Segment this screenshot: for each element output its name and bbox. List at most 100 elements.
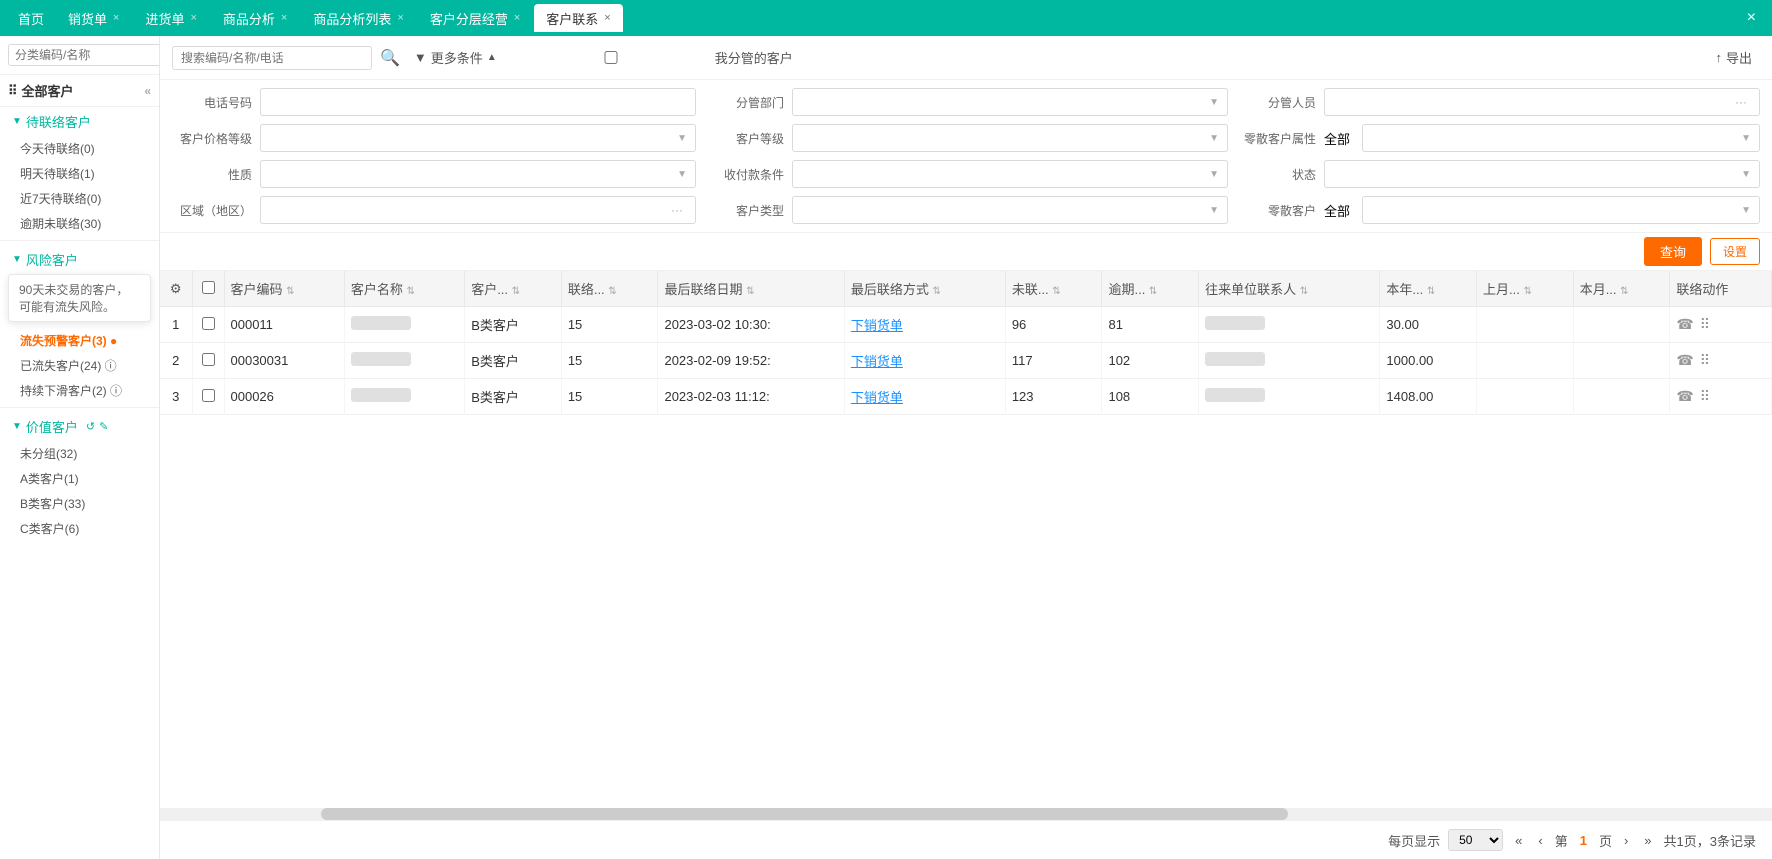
sidebar-group-risk[interactable]: ▼ 风险客户 [0, 245, 159, 274]
tab-product-analysis[interactable]: 商品分析 × [211, 4, 299, 32]
sidebar-item-class-c[interactable]: C类客户(6) [0, 516, 159, 541]
settings-button[interactable]: 设置 [1710, 238, 1760, 265]
prev-page-btn[interactable]: ‹ [1534, 831, 1546, 850]
customer-type-select[interactable]: ▼ [792, 196, 1228, 224]
row-checkbox[interactable] [202, 317, 215, 330]
person-select[interactable]: ··· [1324, 88, 1760, 116]
row-checkbox[interactable] [202, 389, 215, 402]
sidebar-all-customers-header[interactable]: ⠿ 全部客户 « [0, 75, 159, 107]
tab-customer-tier[interactable]: 客户分层经营 × [418, 4, 532, 32]
close-customer-tier-icon[interactable]: × [514, 12, 520, 24]
sidebar-group-value[interactable]: ▼ 价值客户 ↺ ✎ [0, 412, 159, 441]
refresh-icon[interactable]: ↺ [86, 420, 95, 433]
risk-tooltip: 90天未交易的客户，可能有流失风险。 [8, 274, 151, 322]
query-button[interactable]: 查询 [1644, 237, 1702, 266]
search-input[interactable] [172, 46, 372, 70]
sidebar-collapse-icon[interactable]: « [144, 84, 151, 98]
sort-un-icon[interactable]: ⇅ [1052, 286, 1060, 297]
sidebar-search-input[interactable] [8, 44, 160, 66]
more-conditions-btn[interactable]: ▼ 更多条件 ▲ [408, 44, 503, 71]
row-contact-method-link[interactable]: 下销货单 [851, 354, 903, 369]
sort-code-icon[interactable]: ⇅ [286, 286, 294, 297]
tab-customer-contact[interactable]: 客户联系 × [534, 4, 622, 32]
action-contact-icon[interactable]: ☎ [1676, 388, 1693, 405]
first-page-btn[interactable]: « [1511, 831, 1526, 850]
sidebar-item-tomorrow-pending[interactable]: 明天待联络(1) [0, 161, 159, 186]
sort-date-icon[interactable]: ⇅ [746, 286, 754, 297]
col-settings[interactable]: ⚙ [160, 271, 192, 307]
my-customers-checkbox-area[interactable]: 我分管的客户 [511, 48, 793, 67]
per-page-label: 每页显示 [1388, 831, 1440, 850]
sidebar-item-class-b[interactable]: B类客户(33) [0, 491, 159, 516]
close-product-analysis-icon[interactable]: × [281, 12, 287, 24]
sidebar-item-overdue-pending[interactable]: 逾期未联络(30) [0, 211, 159, 236]
row-checkbox[interactable] [202, 353, 215, 366]
action-contact-icon[interactable]: ☎ [1676, 352, 1693, 369]
price-level-label: 客户价格等级 [172, 130, 252, 147]
export-btn[interactable]: ↑ 导出 [1707, 44, 1760, 71]
close-customer-contact-icon[interactable]: × [604, 12, 610, 24]
arrow-down-icon-2: ▼ [12, 254, 22, 265]
tab-purchase-order[interactable]: 进货单 × [133, 4, 208, 32]
sidebar-item-churned[interactable]: 已流失客户(24) ⓘ [0, 353, 159, 378]
sidebar-item-today-pending[interactable]: 今天待联络(0) [0, 136, 159, 161]
close-window-icon[interactable]: × [1739, 9, 1764, 27]
dept-select[interactable]: ▼ [792, 88, 1228, 116]
per-page-select[interactable]: 50 20 100 [1448, 829, 1503, 851]
tab-product-analysis-list[interactable]: 商品分析列表 × [301, 4, 415, 32]
row-checkbox-cell[interactable] [192, 307, 224, 343]
customer-type-label: 客户类型 [704, 202, 784, 219]
sort-this-month-icon[interactable]: ⇅ [1620, 286, 1628, 297]
row-contact-method-link[interactable]: 下销货单 [851, 390, 903, 405]
action-row: 查询 设置 [160, 233, 1772, 271]
sort-name-icon[interactable]: ⇅ [406, 286, 414, 297]
sidebar-item-churn-warning[interactable]: 流失预警客户(3) ● [0, 328, 159, 353]
region-more-icon[interactable]: ··· [667, 203, 687, 217]
sort-type-icon[interactable]: ⇅ [512, 286, 520, 297]
table-horizontal-scrollbar[interactable] [160, 808, 1772, 820]
payment-select[interactable]: ▼ [792, 160, 1228, 188]
sort-last-month-icon[interactable]: ⇅ [1524, 286, 1532, 297]
close-purchase-order-icon[interactable]: × [190, 12, 196, 24]
sort-contact-icon[interactable]: ⇅ [608, 286, 616, 297]
row-customer-type: B类客户 [465, 343, 562, 379]
tab-home[interactable]: 首页 [8, 9, 54, 28]
action-more-icon[interactable]: ⠿ [1700, 316, 1710, 333]
close-sales-order-icon[interactable]: × [113, 12, 119, 24]
sort-overdue-icon[interactable]: ⇅ [1149, 286, 1157, 297]
my-customers-checkbox[interactable] [511, 51, 711, 64]
zero-customer-select[interactable]: ▼ [1362, 196, 1760, 224]
row-checkbox-cell[interactable] [192, 379, 224, 415]
sort-person-icon[interactable]: ⇅ [1300, 286, 1308, 297]
sidebar-item-7days-pending[interactable]: 近7天待联络(0) [0, 186, 159, 211]
edit-icon[interactable]: ✎ [99, 420, 108, 433]
zero-attr-select[interactable]: ▼ [1362, 124, 1760, 152]
col-checkbox[interactable] [192, 271, 224, 307]
price-level-select[interactable]: ▼ [260, 124, 696, 152]
select-all-checkbox[interactable] [202, 281, 215, 294]
sidebar-item-declining[interactable]: 持续下滑客户(2) ⓘ [0, 378, 159, 403]
nature-select[interactable]: ▼ [260, 160, 696, 188]
sidebar-item-class-a[interactable]: A类客户(1) [0, 466, 159, 491]
row-contact-method-link[interactable]: 下销货单 [851, 318, 903, 333]
status-select[interactable]: ▼ [1324, 160, 1760, 188]
sidebar-group-pending-contact[interactable]: ▼ 待联络客户 [0, 107, 159, 136]
customer-level-select[interactable]: ▼ [792, 124, 1228, 152]
scrollbar-thumb[interactable] [321, 808, 1288, 820]
sort-year-icon[interactable]: ⇅ [1427, 286, 1435, 297]
phone-input[interactable] [260, 88, 696, 116]
action-more-icon[interactable]: ⠿ [1700, 352, 1710, 369]
last-page-btn[interactable]: » [1640, 831, 1655, 850]
person-more-icon[interactable]: ··· [1731, 95, 1751, 109]
search-btn-icon[interactable]: 🔍 [380, 48, 400, 68]
next-page-btn[interactable]: › [1620, 831, 1632, 850]
sort-method-icon[interactable]: ⇅ [932, 286, 940, 297]
action-more-icon[interactable]: ⠿ [1700, 388, 1710, 405]
action-contact-icon[interactable]: ☎ [1676, 316, 1693, 333]
sidebar-item-unclassified[interactable]: 未分组(32) [0, 441, 159, 466]
close-product-analysis-list-icon[interactable]: × [397, 12, 403, 24]
tab-sales-order[interactable]: 销货单 × [56, 4, 131, 32]
row-checkbox-cell[interactable] [192, 343, 224, 379]
region-select[interactable]: ··· [260, 196, 696, 224]
row-contact-count: 15 [561, 343, 658, 379]
